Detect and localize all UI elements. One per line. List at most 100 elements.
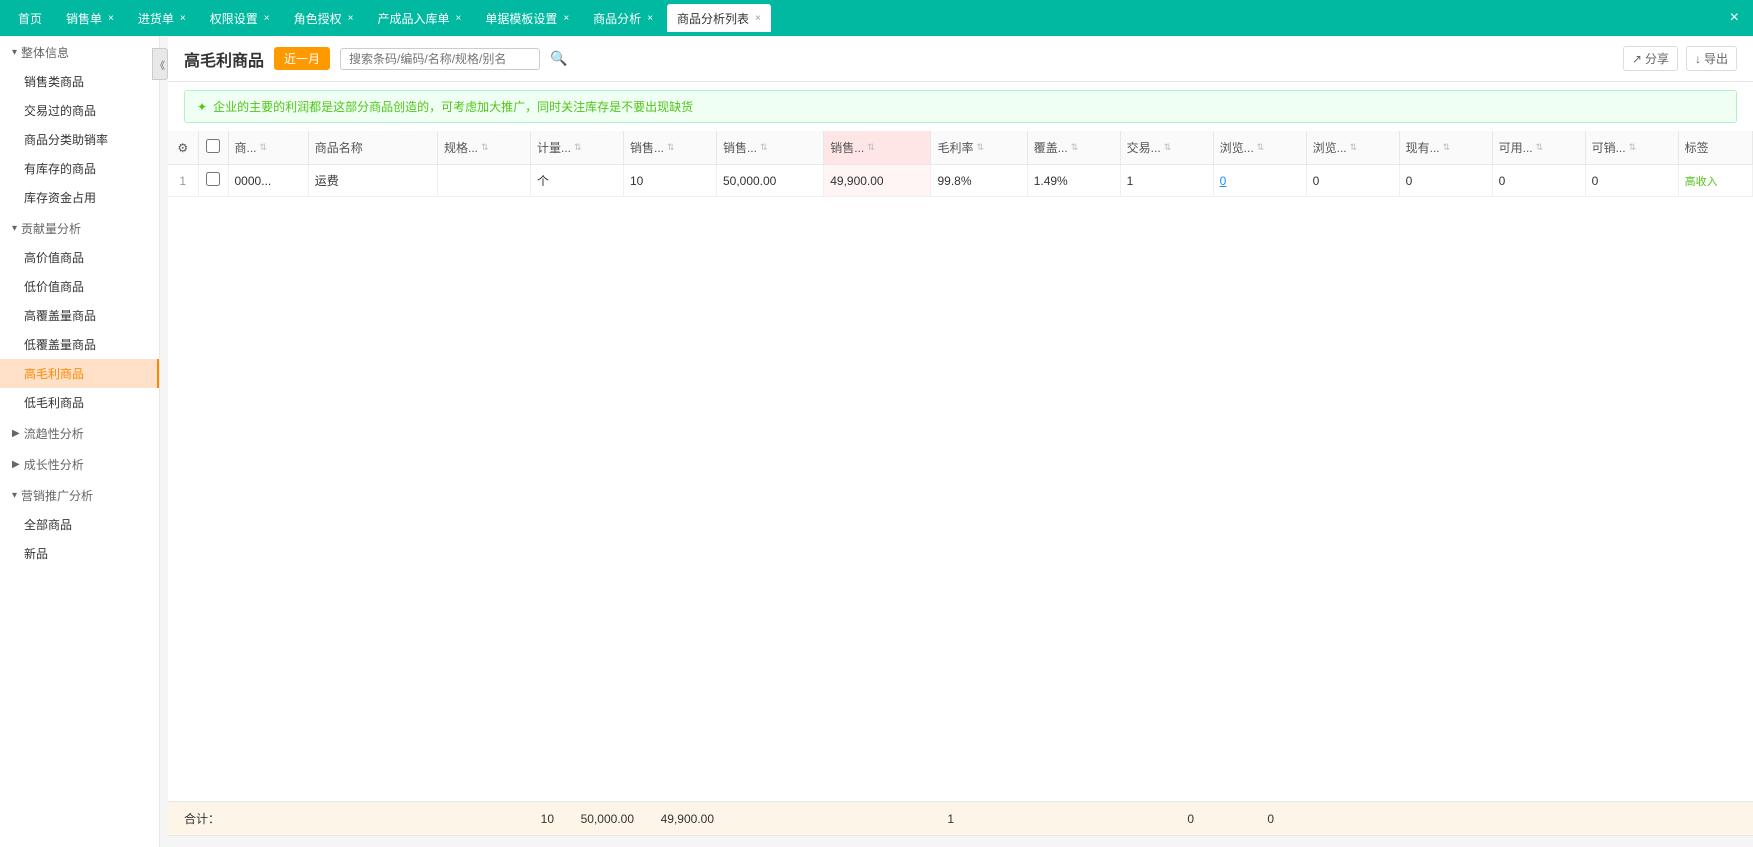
col-sku-code[interactable]: 商... ⇅ (228, 131, 308, 165)
tab-purchase-close[interactable]: × (180, 13, 186, 24)
sidebar-item-high-value[interactable]: 高价值商品 (0, 243, 159, 272)
col-stock-available[interactable]: 可用... ⇅ (1492, 131, 1585, 165)
row-sales-profit-cell: 49,900.00 (824, 165, 931, 197)
sidebar-item-low-value[interactable]: 低价值商品 (0, 272, 159, 301)
footer-sales-amount: 50,000.00 (560, 812, 640, 826)
tab-sales[interactable]: 销售单 × (56, 4, 124, 32)
sidebar-item-new-goods[interactable]: 新品 (0, 539, 159, 568)
sidebar-item-sales-goods[interactable]: 销售类商品 (0, 67, 159, 96)
close-all-button[interactable]: × (1724, 7, 1745, 29)
col-trade-count[interactable]: 交易... ⇅ (1120, 131, 1213, 165)
sidebar-item-in-stock[interactable]: 有库存的商品 (0, 154, 159, 183)
select-all-checkbox[interactable] (206, 139, 220, 153)
tab-product-inbound-close[interactable]: × (455, 13, 461, 24)
col-checkbox[interactable] (198, 131, 228, 165)
sidebar-item-in-stock-label: 有库存的商品 (24, 162, 96, 176)
export-button[interactable]: ↓ 导出 (1686, 46, 1737, 71)
col-stock-current[interactable]: 现有... ⇅ (1399, 131, 1492, 165)
sidebar-group-overall[interactable]: ▾ 整体信息 (0, 36, 159, 67)
tab-purchase[interactable]: 进货单 × (128, 4, 196, 32)
tab-template-close[interactable]: × (563, 13, 569, 24)
sidebar-item-stock-capital-label: 库存资金占用 (24, 191, 96, 205)
sort-sku-icon: ⇅ (260, 142, 268, 153)
sidebar-group-trend[interactable]: ▶ 流趋性分析 (0, 417, 159, 448)
footer-spacer3 (960, 812, 1040, 826)
col-stock-saleable[interactable]: 可销... ⇅ (1585, 131, 1678, 165)
row-name-cell: 运费 (308, 165, 437, 197)
footer-totals: 合计： 10 50,000.00 49,900.00 1 0 0 (168, 801, 1753, 835)
tab-goods-analysis-label: 商品分析 (593, 10, 641, 27)
col-name: 商品名称 (308, 131, 437, 165)
sidebar-item-all-goods-label: 全部商品 (24, 518, 72, 532)
tab-home-label: 首页 (18, 10, 42, 27)
col-sales-profit[interactable]: 销售... ⇅ (824, 131, 931, 165)
tab-role[interactable]: 角色授权 × (284, 4, 364, 32)
row-stock-current-cell: 0 (1399, 165, 1492, 197)
time-filter-button[interactable]: 近一月 (274, 47, 330, 70)
sidebar-item-high-value-label: 高价值商品 (24, 251, 84, 265)
sidebar-item-high-margin[interactable]: 高毛利商品 (0, 359, 159, 388)
col-view2-label: 浏览... (1313, 139, 1347, 156)
sidebar-group-marketing[interactable]: ▾ 营销推广分析 (0, 479, 159, 510)
page-title: 高毛利商品 (184, 47, 264, 71)
sidebar-item-low-margin[interactable]: 低毛利商品 (0, 388, 159, 417)
footer-label: 合计： (184, 810, 220, 827)
row-view1-link[interactable]: 0 (1220, 174, 1227, 188)
row-gross-margin: 99.8% (937, 174, 971, 188)
sidebar-item-traded-goods-label: 交易过的商品 (24, 104, 96, 118)
tab-template[interactable]: 单据模板设置 × (475, 4, 579, 32)
sidebar-item-high-coverage[interactable]: 高覆盖量商品 (0, 301, 159, 330)
tab-sales-close[interactable]: × (108, 13, 114, 24)
col-settings[interactable]: ⚙ (168, 131, 198, 165)
footer-spacer4 (1040, 812, 1120, 826)
tab-goods-analysis-list-label: 商品分析列表 (677, 10, 749, 27)
sidebar-group-contribution[interactable]: ▾ 贡献量分析 (0, 212, 159, 243)
sort-sales-profit-icon: ⇅ (867, 142, 875, 153)
tab-product-inbound[interactable]: 产成品入库单 × (367, 4, 471, 32)
share-button[interactable]: ↗ 分享 (1623, 46, 1678, 71)
search-button[interactable]: 🔍 (550, 50, 567, 67)
sidebar-group-growth-label: 成长性分析 (24, 456, 84, 473)
sidebar-item-all-goods[interactable]: 全部商品 (0, 510, 159, 539)
tab-home[interactable]: 首页 (8, 4, 52, 32)
tab-goods-analysis-list-close[interactable]: × (755, 13, 761, 24)
row-checkbox[interactable] (206, 172, 220, 186)
row-stock-available: 0 (1499, 174, 1506, 188)
tab-goods-analysis-close[interactable]: × (647, 13, 653, 24)
sidebar-item-traded-goods[interactable]: 交易过的商品 (0, 96, 159, 125)
tab-goods-analysis-list[interactable]: 商品分析列表 × (667, 4, 771, 32)
sidebar-group-trend-label: 流趋性分析 (24, 425, 84, 442)
row-checkbox-cell[interactable] (198, 165, 228, 197)
sidebar-item-category-rate[interactable]: 商品分类助销率 (0, 125, 159, 154)
row-view1-cell[interactable]: 0 (1213, 165, 1306, 197)
sidebar-item-low-coverage[interactable]: 低覆盖量商品 (0, 330, 159, 359)
sidebar-item-stock-capital[interactable]: 库存资金占用 (0, 183, 159, 212)
footer-sales-qty: 10 (480, 812, 560, 826)
row-view2-cell: 0 (1306, 165, 1399, 197)
header-right-actions: ↗ 分享 ↓ 导出 (1623, 46, 1737, 71)
col-spec[interactable]: 规格... ⇅ (438, 131, 531, 165)
sidebar-group-growth[interactable]: ▶ 成长性分析 (0, 448, 159, 479)
col-coverage[interactable]: 覆盖... ⇅ (1027, 131, 1120, 165)
tab-permission[interactable]: 权限设置 × (200, 4, 280, 32)
col-view2[interactable]: 浏览... ⇅ (1306, 131, 1399, 165)
row-tag: 高收入 (1685, 176, 1718, 188)
row-spec-cell (438, 165, 531, 197)
row-coverage: 1.49% (1034, 174, 1068, 188)
footer-trade-count: 1 (880, 812, 960, 826)
col-view1[interactable]: 浏览... ⇅ (1213, 131, 1306, 165)
search-input[interactable] (340, 48, 540, 70)
tab-permission-close[interactable]: × (264, 13, 270, 24)
col-unit-label: 计量... (537, 139, 571, 156)
col-sales-qty[interactable]: 销售... ⇅ (623, 131, 716, 165)
sidebar-collapse-button[interactable]: 《 (152, 48, 168, 80)
tab-role-close[interactable]: × (348, 13, 354, 24)
sort-sales-qty-icon: ⇅ (667, 142, 675, 153)
col-gross-margin[interactable]: 毛利率 ⇅ (931, 131, 1027, 165)
horizontal-scrollbar[interactable] (168, 835, 1753, 847)
col-unit[interactable]: 计量... ⇅ (531, 131, 624, 165)
col-spec-label: 规格... (444, 139, 478, 156)
info-icon: ✦ (197, 100, 207, 114)
tab-goods-analysis[interactable]: 商品分析 × (583, 4, 663, 32)
col-sales-amount[interactable]: 销售... ⇅ (716, 131, 823, 165)
